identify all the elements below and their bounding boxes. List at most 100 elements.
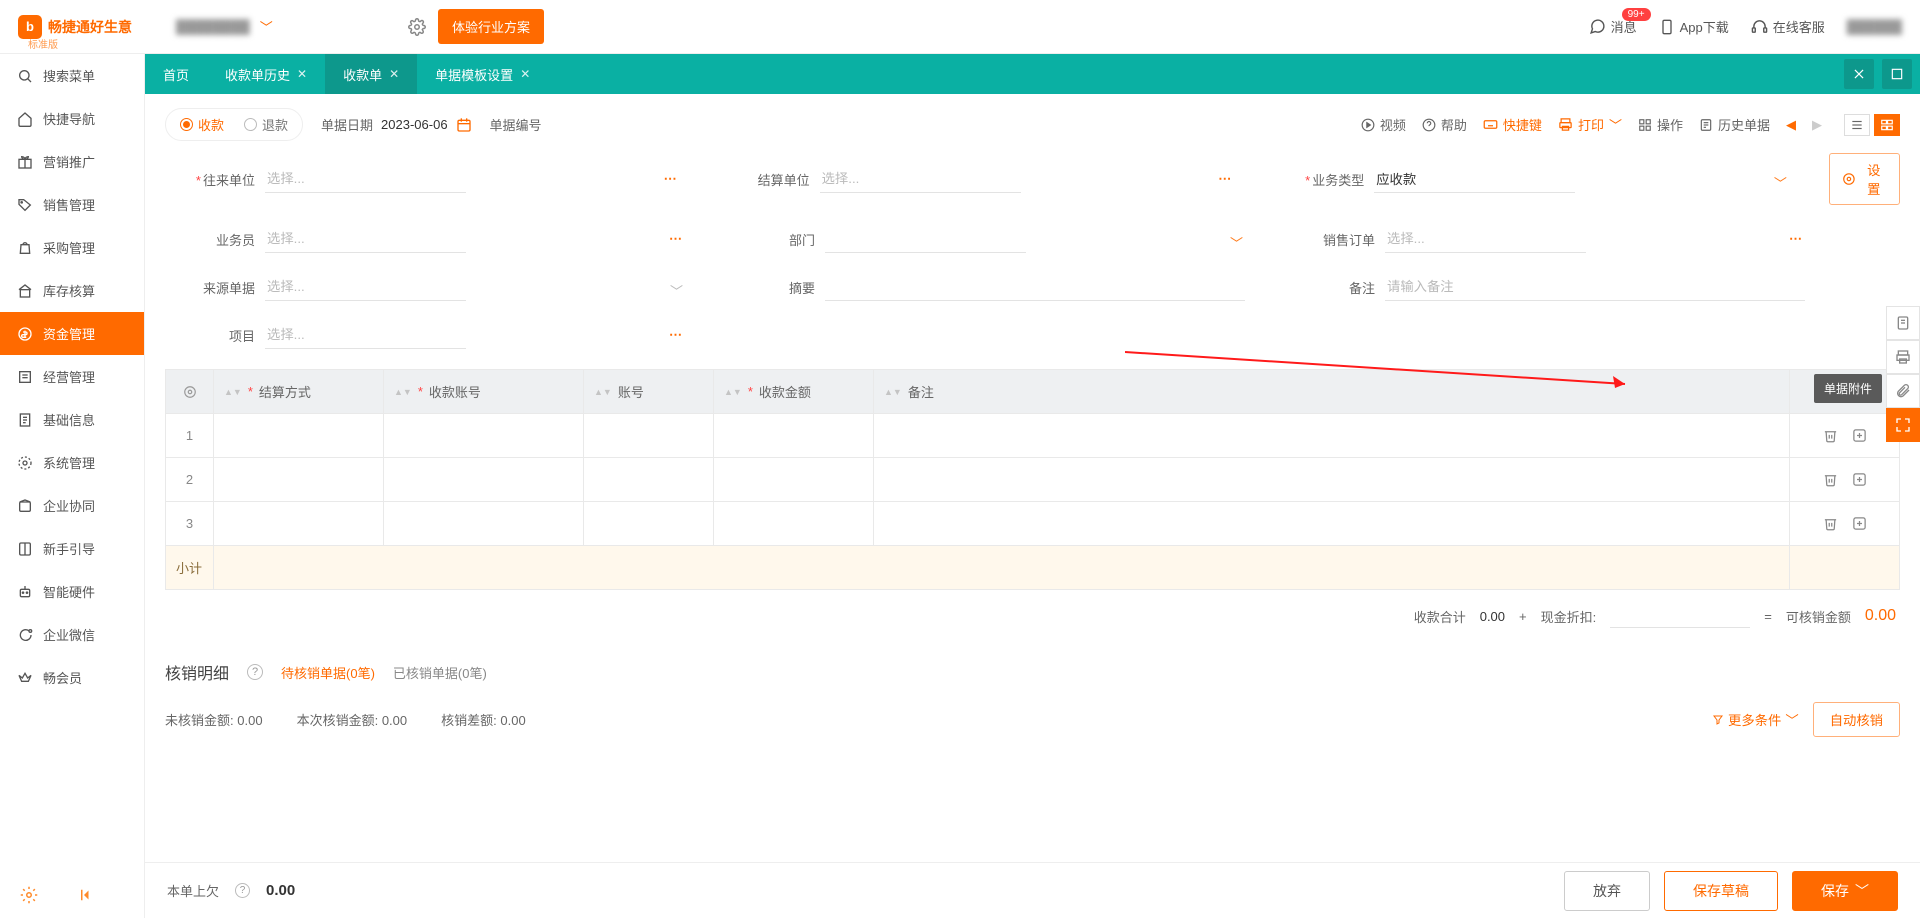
close-icon[interactable]: ✕ bbox=[520, 67, 530, 81]
prev-icon[interactable]: ◀ bbox=[1786, 117, 1796, 133]
add-icon[interactable] bbox=[1852, 428, 1867, 443]
discount-input[interactable] bbox=[1610, 604, 1750, 628]
support-button[interactable]: 在线客服 bbox=[1751, 17, 1825, 36]
sidebar-item-6[interactable]: 资金管理 bbox=[0, 312, 144, 355]
sidebar-item-3[interactable]: 销售管理 bbox=[0, 183, 144, 226]
video-button[interactable]: 视频 bbox=[1361, 115, 1406, 134]
messages-button[interactable]: 消息 99+ bbox=[1589, 17, 1637, 36]
sidebar-item-11[interactable]: 新手引导 bbox=[0, 527, 144, 570]
org-selector[interactable]: ████████ ﹀ bbox=[176, 17, 396, 36]
calendar-icon[interactable] bbox=[456, 117, 472, 133]
close-icon[interactable]: ✕ bbox=[389, 67, 399, 81]
more-conditions-button[interactable]: 更多条件﹀ bbox=[1712, 710, 1799, 729]
chevron-down-icon[interactable]: ﹀ bbox=[670, 281, 683, 300]
sort-icon[interactable]: ▲▼ bbox=[394, 388, 412, 396]
more-icon[interactable]: ⋯ bbox=[669, 231, 683, 247]
dept-select[interactable] bbox=[825, 225, 1026, 253]
help-icon[interactable]: ? bbox=[235, 883, 250, 898]
tab-0[interactable]: 首页 bbox=[145, 54, 207, 94]
doc-date-value[interactable]: 2023-06-06 bbox=[381, 117, 448, 132]
delete-icon[interactable] bbox=[1823, 472, 1838, 487]
save-draft-button[interactable]: 保存草稿 bbox=[1664, 871, 1778, 911]
sidebar-item-10[interactable]: 企业协同 bbox=[0, 484, 144, 527]
sidebar-item-2[interactable]: 营销推广 bbox=[0, 140, 144, 183]
tab-3[interactable]: 单据模板设置✕ bbox=[417, 54, 548, 94]
more-icon[interactable]: ⋯ bbox=[1218, 171, 1232, 187]
remark-input[interactable] bbox=[1385, 273, 1805, 301]
collapse-icon[interactable] bbox=[78, 886, 96, 904]
settings-button[interactable]: 设置 bbox=[1829, 153, 1900, 205]
settings-icon[interactable] bbox=[20, 886, 38, 904]
rail-fullscreen-icon[interactable] bbox=[1886, 408, 1920, 442]
sidebar-item-label: 基础信息 bbox=[43, 410, 95, 429]
auto-writeoff-button[interactable]: 自动核销 bbox=[1813, 702, 1900, 737]
writeoff-tab-done[interactable]: 已核销单据(0笔) bbox=[393, 663, 487, 682]
salesman-input[interactable] bbox=[265, 225, 466, 253]
topbar: b 畅捷通好生意 标准版 ████████ ﹀ 体验行业方案 消息 99+ bbox=[0, 0, 1920, 54]
more-icon[interactable]: ⋯ bbox=[669, 327, 683, 343]
project-input[interactable] bbox=[265, 321, 466, 349]
ops-button[interactable]: 操作 bbox=[1638, 115, 1683, 134]
trial-button[interactable]: 体验行业方案 bbox=[438, 9, 544, 44]
history-button[interactable]: 历史单据 bbox=[1699, 115, 1770, 134]
view-form-button[interactable] bbox=[1874, 114, 1900, 136]
sidebar-item-0[interactable]: 搜索菜单 bbox=[0, 54, 144, 97]
radio-refund[interactable]: 退款 bbox=[236, 113, 296, 136]
sort-icon[interactable]: ▲▼ bbox=[724, 388, 742, 396]
help-icon[interactable]: ? bbox=[247, 664, 263, 680]
sort-icon[interactable]: ▲▼ bbox=[594, 388, 612, 396]
sidebar-item-12[interactable]: 智能硬件 bbox=[0, 570, 144, 613]
tab-2[interactable]: 收款单✕ bbox=[325, 54, 417, 94]
add-icon[interactable] bbox=[1852, 516, 1867, 531]
partner-input[interactable] bbox=[265, 165, 466, 193]
view-list-button[interactable] bbox=[1844, 114, 1870, 136]
more-icon[interactable]: ⋯ bbox=[664, 171, 678, 187]
settle-input[interactable] bbox=[820, 165, 1021, 193]
rail-attachment-icon[interactable] bbox=[1886, 374, 1920, 408]
sidebar-item-5[interactable]: 库存核算 bbox=[0, 269, 144, 312]
sidebar-item-8[interactable]: 基础信息 bbox=[0, 398, 144, 441]
delete-icon[interactable] bbox=[1823, 428, 1838, 443]
order-input[interactable] bbox=[1385, 225, 1586, 253]
rail-draft-icon[interactable] bbox=[1886, 306, 1920, 340]
close-icon[interactable]: ✕ bbox=[297, 67, 307, 81]
next-icon[interactable]: ▶ bbox=[1812, 117, 1822, 133]
sidebar-item-1[interactable]: 快捷导航 bbox=[0, 97, 144, 140]
sidebar-item-7[interactable]: 经营管理 bbox=[0, 355, 144, 398]
add-icon[interactable] bbox=[1852, 472, 1867, 487]
gear-icon[interactable] bbox=[183, 385, 197, 399]
tab-close-button[interactable] bbox=[1844, 59, 1874, 89]
print-button[interactable]: 打印﹀ bbox=[1558, 115, 1622, 134]
gear-icon[interactable] bbox=[408, 18, 426, 36]
owe-value: 0.00 bbox=[266, 882, 295, 899]
radio-receive[interactable]: 收款 bbox=[172, 113, 232, 136]
chat-icon bbox=[16, 626, 33, 643]
app-download-button[interactable]: App下载 bbox=[1659, 17, 1729, 36]
sidebar-item-9[interactable]: 系统管理 bbox=[0, 441, 144, 484]
sort-icon[interactable]: ▲▼ bbox=[884, 388, 902, 396]
more-icon[interactable]: ⋯ bbox=[1789, 231, 1803, 247]
tab-expand-button[interactable] bbox=[1882, 59, 1912, 89]
save-button[interactable]: 保存﹀ bbox=[1792, 871, 1898, 911]
src-select[interactable] bbox=[265, 273, 466, 301]
shortcut-button[interactable]: 快捷键 bbox=[1483, 115, 1542, 134]
sidebar-item-4[interactable]: 采购管理 bbox=[0, 226, 144, 269]
chevron-down-icon[interactable]: ﹀ bbox=[1774, 173, 1787, 192]
sum-value: 0.00 bbox=[1480, 609, 1505, 624]
sort-icon[interactable]: ▲▼ bbox=[224, 388, 242, 396]
digest-input[interactable] bbox=[825, 273, 1245, 301]
tab-1[interactable]: 收款单历史✕ bbox=[207, 54, 325, 94]
chevron-down-icon[interactable]: ﹀ bbox=[1230, 233, 1243, 252]
project-label: 项目 bbox=[165, 326, 255, 345]
discard-button[interactable]: 放弃 bbox=[1564, 871, 1650, 911]
rail-tooltip: 单据附件 bbox=[1814, 374, 1882, 403]
sidebar-item-label: 企业微信 bbox=[43, 625, 95, 644]
help-button[interactable]: 帮助 bbox=[1422, 115, 1467, 134]
user-avatar[interactable]: ██████ bbox=[1847, 19, 1902, 34]
biztype-select[interactable] bbox=[1374, 165, 1575, 193]
rail-print-icon[interactable] bbox=[1886, 340, 1920, 374]
sidebar-item-13[interactable]: 企业微信 bbox=[0, 613, 144, 656]
writeoff-tab-pending[interactable]: 待核销单据(0笔) bbox=[281, 663, 375, 682]
delete-icon[interactable] bbox=[1823, 516, 1838, 531]
sidebar-item-14[interactable]: 畅会员 bbox=[0, 656, 144, 699]
